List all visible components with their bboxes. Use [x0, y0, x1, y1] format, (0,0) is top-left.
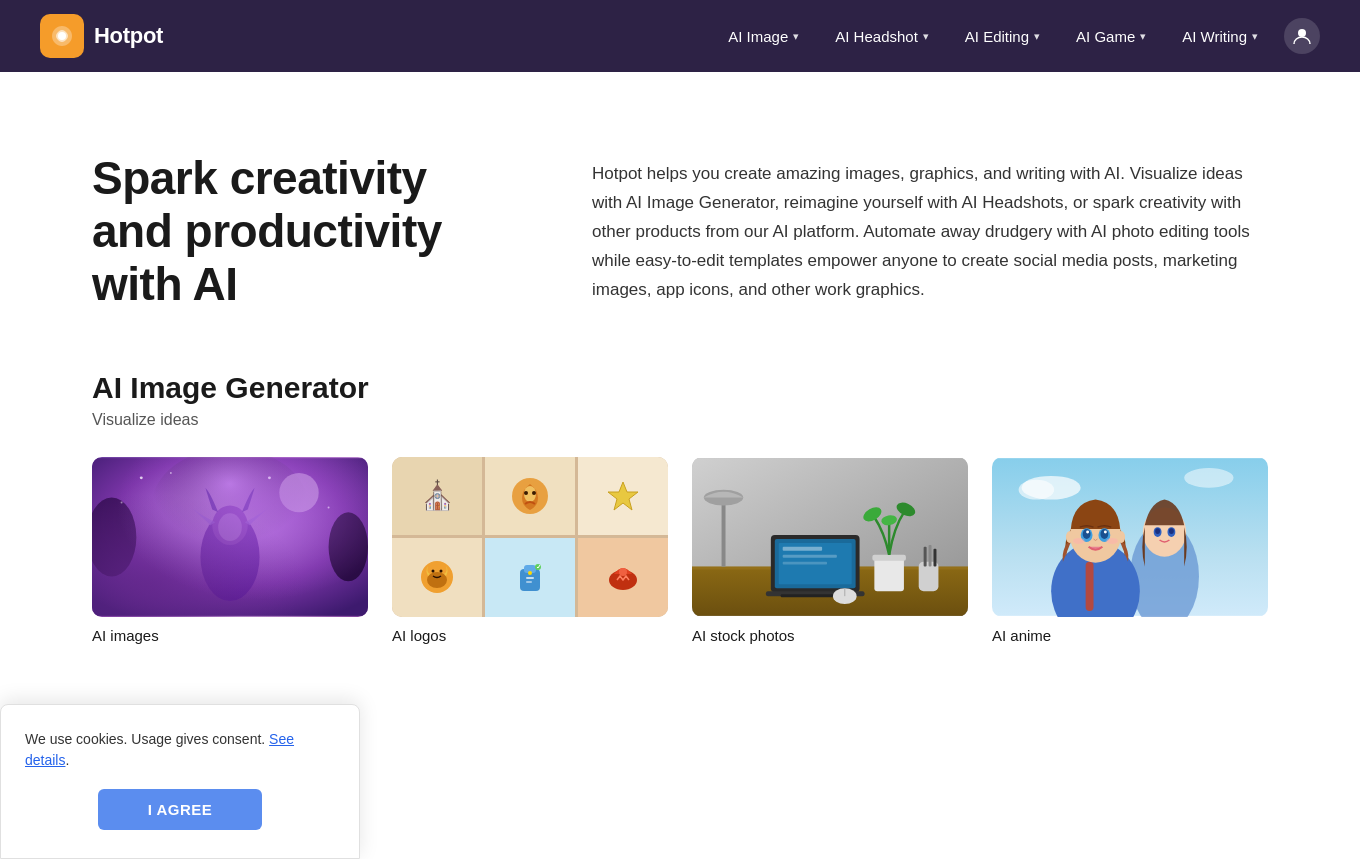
- brand-logo-link[interactable]: Hotpot: [40, 14, 163, 58]
- svg-point-30: [535, 564, 541, 570]
- chevron-down-icon: ▾: [1140, 30, 1146, 43]
- svg-point-32: [619, 568, 627, 576]
- svg-rect-48: [872, 554, 906, 560]
- svg-point-12: [268, 476, 271, 479]
- card-ai-stock[interactable]: AI stock photos: [692, 457, 968, 644]
- svg-rect-37: [722, 497, 726, 566]
- svg-rect-29: [526, 581, 532, 583]
- svg-point-18: [532, 491, 536, 495]
- svg-point-72: [1083, 529, 1091, 539]
- svg-point-76: [1073, 538, 1085, 544]
- svg-rect-47: [874, 556, 904, 591]
- svg-point-0: [58, 32, 66, 40]
- svg-point-24: [440, 570, 443, 573]
- svg-point-11: [170, 472, 172, 474]
- chevron-down-icon: ▾: [923, 30, 929, 43]
- svg-rect-53: [924, 547, 927, 567]
- card-image-anime: [992, 457, 1268, 617]
- nav-item-ai-game[interactable]: AI Game ▾: [1062, 20, 1160, 53]
- svg-point-59: [1019, 480, 1054, 500]
- svg-point-74: [1086, 530, 1089, 533]
- svg-point-9: [218, 513, 242, 541]
- svg-point-23: [432, 570, 435, 573]
- svg-point-1: [1298, 29, 1306, 37]
- svg-rect-43: [783, 554, 837, 557]
- svg-point-21: [427, 572, 447, 588]
- hero-right: Hotpot helps you create amazing images, …: [592, 152, 1268, 304]
- svg-point-10: [140, 476, 143, 479]
- svg-point-7: [200, 512, 259, 601]
- card-image-logos: ⛪: [392, 457, 668, 617]
- svg-rect-55: [934, 549, 937, 567]
- svg-point-13: [328, 506, 330, 508]
- card-label-ai-images: AI images: [92, 627, 368, 644]
- navigation: Hotpot AI Image ▾ AI Headshot ▾ AI Editi…: [0, 0, 1360, 72]
- section-title: AI Image Generator: [92, 371, 1268, 405]
- svg-point-6: [329, 512, 368, 581]
- svg-marker-19: [608, 482, 638, 510]
- nav-item-ai-editing[interactable]: AI Editing ▾: [951, 20, 1054, 53]
- svg-rect-54: [929, 545, 932, 567]
- svg-point-27: [528, 571, 532, 575]
- ai-image-section: AI Image Generator Visualize ideas: [0, 371, 1360, 704]
- svg-point-17: [524, 491, 528, 495]
- hero-title: Spark creativity and productivity with A…: [92, 152, 512, 311]
- svg-point-5: [92, 497, 136, 576]
- brand-name: Hotpot: [94, 23, 163, 49]
- svg-point-66: [1169, 528, 1174, 534]
- svg-point-78: [1066, 531, 1074, 543]
- nav-item-ai-headshot[interactable]: AI Headshot ▾: [821, 20, 943, 53]
- svg-point-77: [1106, 538, 1118, 544]
- svg-rect-44: [783, 561, 827, 564]
- nav-item-ai-writing[interactable]: AI Writing ▾: [1168, 20, 1272, 53]
- svg-point-75: [1104, 530, 1107, 533]
- svg-point-3: [151, 457, 309, 567]
- chevron-down-icon: ▾: [1252, 30, 1258, 43]
- card-image-fantasy: [92, 457, 368, 617]
- card-label-ai-logos: AI logos: [392, 627, 668, 644]
- svg-rect-68: [1086, 561, 1094, 610]
- svg-point-79: [1117, 531, 1125, 543]
- user-account-icon[interactable]: [1284, 18, 1320, 54]
- svg-rect-42: [783, 547, 822, 551]
- brand-logo-icon: [40, 14, 84, 58]
- chevron-down-icon: ▾: [1034, 30, 1040, 43]
- card-label-ai-anime: AI anime: [992, 627, 1268, 644]
- nav-links: AI Image ▾ AI Headshot ▾ AI Editing ▾ AI…: [714, 20, 1272, 53]
- svg-point-73: [1100, 529, 1108, 539]
- chevron-down-icon: ▾: [793, 30, 799, 43]
- svg-rect-28: [526, 577, 534, 579]
- hero-description: Hotpot helps you create amazing images, …: [592, 160, 1268, 304]
- card-ai-anime[interactable]: AI anime: [992, 457, 1268, 644]
- svg-point-65: [1155, 528, 1160, 534]
- svg-rect-2: [92, 458, 368, 616]
- card-ai-logos[interactable]: ⛪: [392, 457, 668, 644]
- card-label-ai-stock: AI stock photos: [692, 627, 968, 644]
- svg-point-60: [1184, 468, 1233, 488]
- hero-section: Spark creativity and productivity with A…: [0, 72, 1360, 371]
- svg-point-4: [279, 473, 318, 512]
- card-image-stock: [692, 457, 968, 617]
- hero-left: Spark creativity and productivity with A…: [92, 152, 512, 311]
- section-subtitle: Visualize ideas: [92, 411, 1268, 429]
- nav-item-ai-image[interactable]: AI Image ▾: [714, 20, 813, 53]
- svg-point-14: [121, 501, 123, 503]
- cards-grid: AI images ⛪: [92, 457, 1268, 644]
- card-ai-images[interactable]: AI images: [92, 457, 368, 644]
- svg-point-8: [212, 505, 247, 544]
